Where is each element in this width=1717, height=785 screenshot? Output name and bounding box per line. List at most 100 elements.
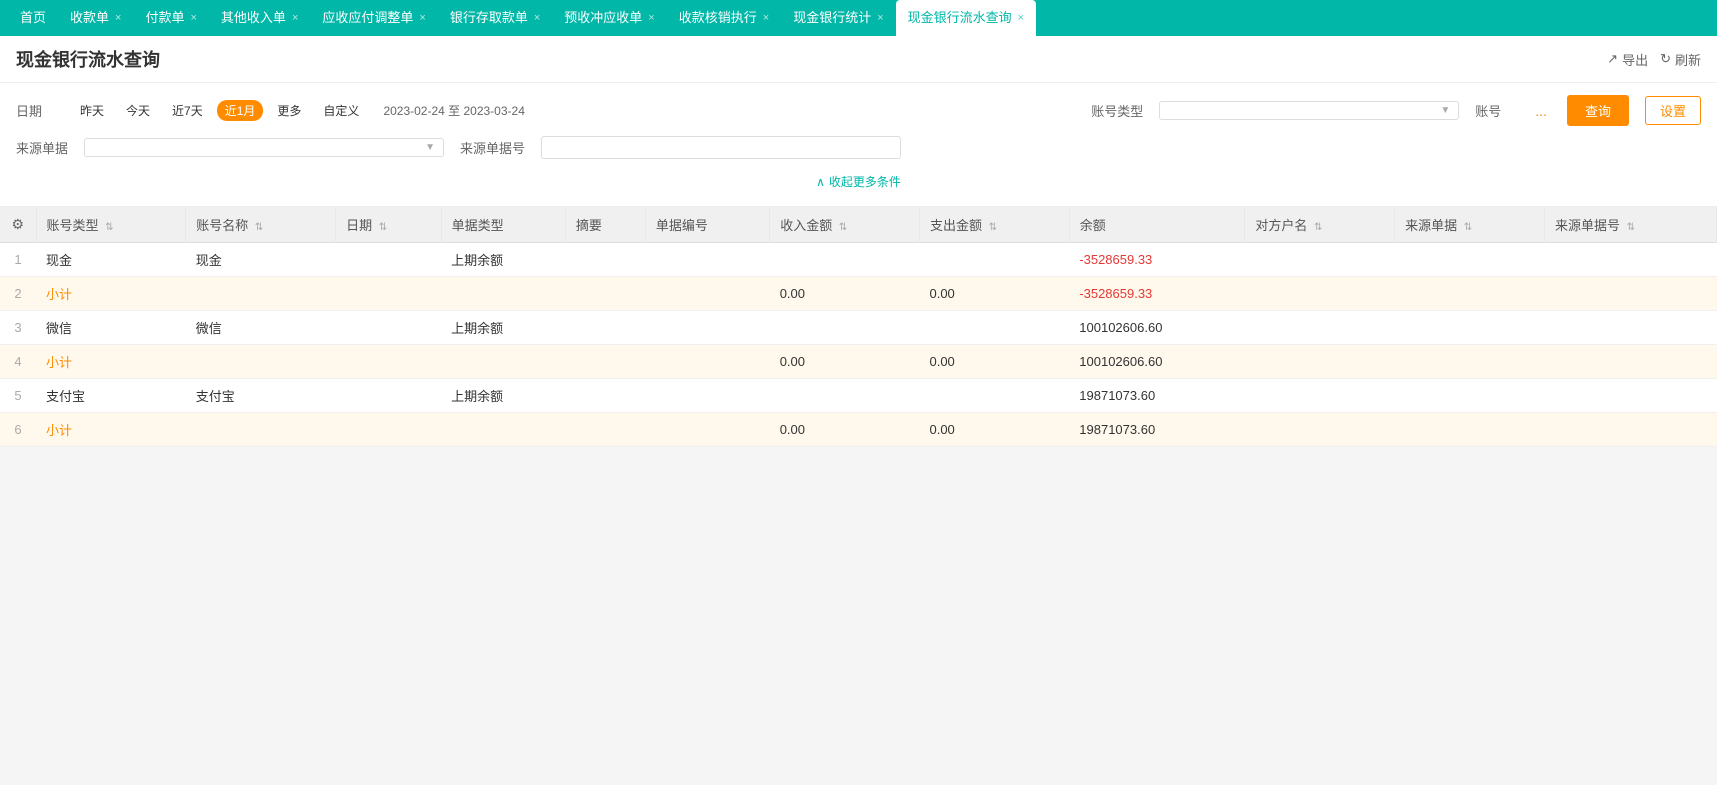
nav-item-other-income[interactable]: 其他收入单 × bbox=[209, 0, 310, 36]
query-button[interactable]: 查询 bbox=[1567, 95, 1629, 126]
cell-expense bbox=[919, 311, 1069, 345]
close-icon[interactable]: × bbox=[190, 0, 196, 36]
cell-account-type: 小计 bbox=[36, 345, 186, 379]
nav-label-cash-bank-stats: 现金银行统计 bbox=[793, 0, 871, 36]
settings-icon[interactable]: ⚙ bbox=[11, 216, 24, 232]
nav-item-collection-exec[interactable]: 收款核销执行 × bbox=[667, 0, 781, 36]
cell-doc-type bbox=[441, 277, 565, 311]
nav-item-advance-offset[interactable]: 预收冲应收单 × bbox=[552, 0, 666, 36]
close-icon[interactable]: × bbox=[534, 0, 540, 36]
cell-counterpart bbox=[1245, 379, 1395, 413]
th-settings[interactable]: ⚙ bbox=[0, 207, 36, 243]
data-table: ⚙ 账号类型 ⇅ 账号名称 ⇅ 日期 ⇅ 单据类型 摘要 单据编号 收入金额 ⇅… bbox=[0, 207, 1717, 447]
page-title: 现金银行流水查询 bbox=[16, 46, 160, 72]
cell-doc-no bbox=[645, 277, 769, 311]
close-icon[interactable]: × bbox=[419, 0, 425, 36]
collapse-bar[interactable]: ∧ 收起更多条件 bbox=[16, 169, 1701, 194]
nav-label-advance-offset: 预收冲应收单 bbox=[564, 0, 642, 36]
table-row: 6 小计 0.00 0.00 19871073.60 bbox=[0, 413, 1717, 447]
table-container: ⚙ 账号类型 ⇅ 账号名称 ⇅ 日期 ⇅ 单据类型 摘要 单据编号 收入金额 ⇅… bbox=[0, 207, 1717, 447]
cell-account-name: 现金 bbox=[186, 243, 336, 277]
subtotal-label: 小计 bbox=[46, 355, 72, 370]
filter-row-2: 来源单据 ▼ 来源单据号 bbox=[16, 136, 1701, 159]
cell-balance: 100102606.60 bbox=[1069, 345, 1245, 379]
row-number: 5 bbox=[0, 379, 36, 413]
th-counterpart[interactable]: 对方户名 ⇅ bbox=[1245, 207, 1395, 243]
close-icon[interactable]: × bbox=[115, 0, 121, 36]
cell-income bbox=[770, 311, 920, 345]
cell-expense bbox=[919, 243, 1069, 277]
th-income[interactable]: 收入金额 ⇅ bbox=[770, 207, 920, 243]
nav-item-payment[interactable]: 付款单 × bbox=[133, 0, 208, 36]
cell-date bbox=[336, 345, 442, 379]
refresh-button[interactable]: ↻ 刷新 bbox=[1660, 50, 1701, 69]
date-option-today[interactable]: 今天 bbox=[118, 100, 158, 121]
account-dots-button[interactable]: ... bbox=[1531, 103, 1551, 119]
close-icon[interactable]: × bbox=[1018, 0, 1024, 36]
date-option-yesterday[interactable]: 昨天 bbox=[72, 100, 112, 121]
table-row: 2 小计 0.00 0.00 -3528659.33 bbox=[0, 277, 1717, 311]
cell-balance: 100102606.60 bbox=[1069, 311, 1245, 345]
nav-item-receipt[interactable]: 收款单 × bbox=[58, 0, 133, 36]
date-range-display: 2023-02-24 至 2023-03-24 bbox=[383, 102, 524, 119]
cell-balance: -3528659.33 bbox=[1069, 243, 1245, 277]
sort-icon: ⇅ bbox=[1627, 222, 1635, 233]
refresh-icon: ↻ bbox=[1660, 51, 1671, 67]
nav-item-adjustment[interactable]: 应收应付调整单 × bbox=[310, 0, 437, 36]
settings-button[interactable]: 设置 bbox=[1645, 96, 1701, 125]
cell-expense: 0.00 bbox=[919, 277, 1069, 311]
collapse-label: 收起更多条件 bbox=[829, 173, 901, 190]
date-filter-label: 日期 bbox=[16, 101, 56, 120]
nav-label-adjustment: 应收应付调整单 bbox=[322, 0, 413, 36]
sort-icon: ⇅ bbox=[379, 222, 387, 233]
date-option-1month[interactable]: 近1月 bbox=[217, 100, 264, 121]
th-doc-no: 单据编号 bbox=[645, 207, 769, 243]
source-doc-no-input[interactable] bbox=[541, 136, 901, 159]
th-date[interactable]: 日期 ⇅ bbox=[336, 207, 442, 243]
close-icon[interactable]: × bbox=[763, 0, 769, 36]
cell-account-type: 支付宝 bbox=[36, 379, 186, 413]
cell-date bbox=[336, 277, 442, 311]
nav-label-payment: 付款单 bbox=[145, 0, 184, 36]
date-options: 昨天 今天 近7天 近1月 更多 自定义 bbox=[72, 100, 367, 121]
th-source-doc[interactable]: 来源单据 ⇅ bbox=[1395, 207, 1545, 243]
subtotal-label: 小计 bbox=[46, 287, 72, 302]
table-header-row: ⚙ 账号类型 ⇅ 账号名称 ⇅ 日期 ⇅ 单据类型 摘要 单据编号 收入金额 ⇅… bbox=[0, 207, 1717, 243]
nav-item-cash-bank-stats[interactable]: 现金银行统计 × bbox=[781, 0, 895, 36]
th-expense[interactable]: 支出金额 ⇅ bbox=[919, 207, 1069, 243]
cell-account-name: 微信 bbox=[186, 311, 336, 345]
nav-item-home[interactable]: 首页 bbox=[8, 0, 58, 36]
date-option-7days[interactable]: 近7天 bbox=[164, 100, 211, 121]
cell-account-type: 微信 bbox=[36, 311, 186, 345]
cell-counterpart bbox=[1245, 413, 1395, 447]
row-number: 2 bbox=[0, 277, 36, 311]
row-number: 1 bbox=[0, 243, 36, 277]
th-source-doc-no[interactable]: 来源单据号 ⇅ bbox=[1544, 207, 1716, 243]
export-button[interactable]: ↗ 导出 bbox=[1607, 50, 1648, 69]
row-number: 6 bbox=[0, 413, 36, 447]
nav-item-bank-deposit[interactable]: 银行存取款单 × bbox=[438, 0, 552, 36]
export-label: 导出 bbox=[1622, 50, 1648, 69]
date-option-more[interactable]: 更多 bbox=[269, 100, 309, 121]
cell-income bbox=[770, 243, 920, 277]
cell-summary bbox=[565, 379, 645, 413]
cell-date bbox=[336, 243, 442, 277]
account-type-cell: 现金 bbox=[46, 253, 72, 268]
cell-source-doc-no bbox=[1544, 345, 1716, 379]
cell-income: 0.00 bbox=[770, 277, 920, 311]
cell-summary bbox=[565, 243, 645, 277]
th-account-type[interactable]: 账号类型 ⇅ bbox=[36, 207, 186, 243]
cell-source-doc-no bbox=[1544, 379, 1716, 413]
account-type-select[interactable]: ▼ bbox=[1159, 101, 1459, 120]
date-option-custom[interactable]: 自定义 bbox=[315, 100, 367, 121]
cell-source-doc bbox=[1395, 379, 1545, 413]
cell-expense bbox=[919, 379, 1069, 413]
close-icon[interactable]: × bbox=[292, 0, 298, 36]
cell-summary bbox=[565, 345, 645, 379]
close-icon[interactable]: × bbox=[877, 0, 883, 36]
th-account-name[interactable]: 账号名称 ⇅ bbox=[186, 207, 336, 243]
source-doc-select[interactable]: ▼ bbox=[84, 138, 444, 157]
nav-item-cash-flow-query[interactable]: 现金银行流水查询 × bbox=[896, 0, 1036, 36]
account-type-cell: 支付宝 bbox=[46, 389, 85, 404]
close-icon[interactable]: × bbox=[648, 0, 654, 36]
